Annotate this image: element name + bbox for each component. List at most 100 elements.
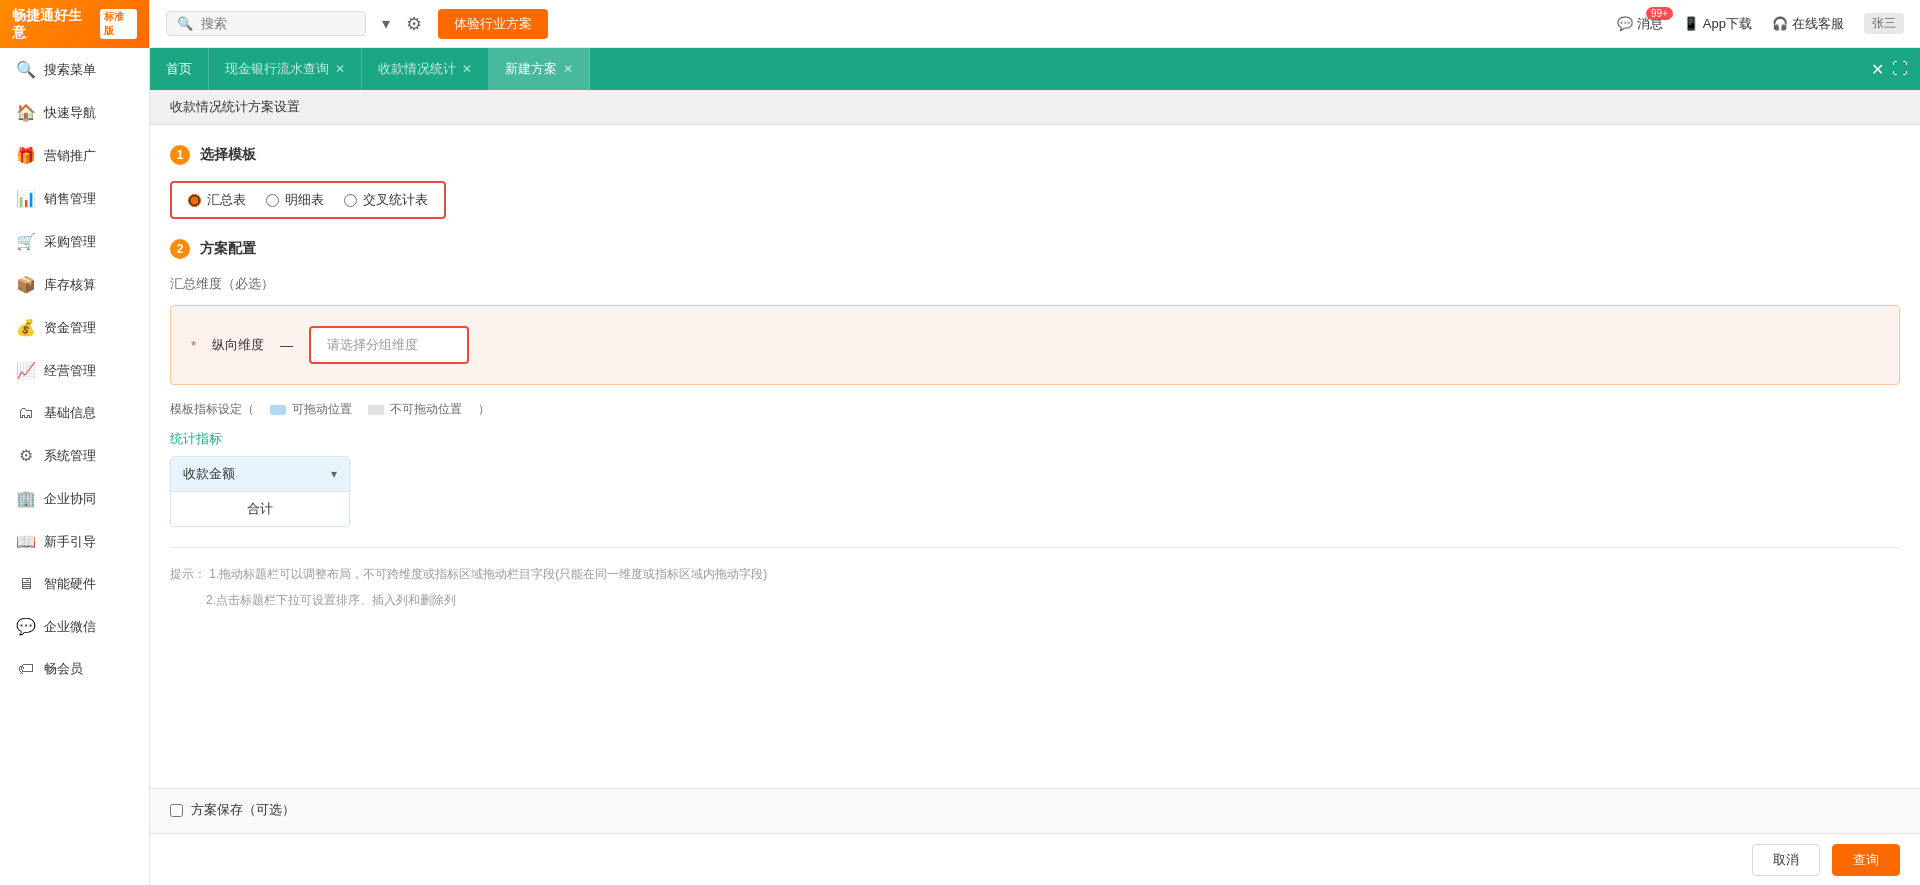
metrics-config: 模板指标设定（ 可拖动位置 不可拖动位置 ） 统计指标 bbox=[170, 401, 1900, 527]
metrics-total-text: 合计 bbox=[247, 501, 273, 516]
metrics-total-row: 合计 bbox=[171, 492, 349, 526]
tip2-text: 2.点击标题栏下拉可设置排序、插入列和删除列 bbox=[206, 593, 456, 607]
sidebar-item-enterprise[interactable]: 🏢 企业协同 bbox=[0, 477, 149, 520]
step2-badge: 2 bbox=[170, 239, 190, 259]
user-avatar[interactable]: 张三 bbox=[1864, 13, 1904, 34]
template-summary-radio[interactable] bbox=[188, 194, 201, 207]
dimension-select[interactable]: 请选择分组维度 bbox=[309, 326, 469, 364]
sidebar-item-marketing[interactable]: 🎁 营销推广 bbox=[0, 134, 149, 177]
marketing-icon: 🎁 bbox=[16, 146, 36, 165]
dimension-arrow: — bbox=[280, 338, 293, 353]
settings-icon[interactable]: ⚙ bbox=[406, 13, 422, 35]
page-body: 1 选择模板 汇总表 明细表 交叉统计表 bbox=[150, 125, 1920, 788]
template-cross-radio[interactable] bbox=[344, 194, 357, 207]
dimension-placeholder: 请选择分组维度 bbox=[327, 337, 418, 352]
sidebar-item-label: 新手引导 bbox=[44, 533, 96, 551]
sidebar-item-inventory[interactable]: 📦 库存核算 bbox=[0, 263, 149, 306]
sidebar-item-label: 搜索菜单 bbox=[44, 61, 96, 79]
sidebar-item-label: 资金管理 bbox=[44, 319, 96, 337]
tab-new-plan[interactable]: 新建方案 ✕ bbox=[489, 48, 590, 90]
online-support-button[interactable]: 🎧 在线客服 bbox=[1772, 15, 1844, 33]
template-summary-option[interactable]: 汇总表 bbox=[188, 191, 246, 209]
sidebar-item-system[interactable]: ⚙ 系统管理 bbox=[0, 434, 149, 477]
template-options: 汇总表 明细表 交叉统计表 bbox=[170, 181, 446, 219]
draggable-legend: 可拖动位置 bbox=[270, 401, 352, 418]
not-draggable-label: 不可拖动位置 bbox=[390, 401, 462, 418]
tab-receipt-stats-label: 收款情况统计 bbox=[378, 60, 456, 78]
tab-receipt-stats[interactable]: 收款情况统计 ✕ bbox=[362, 48, 489, 90]
bottom-action-bar: 取消 查询 bbox=[150, 833, 1920, 885]
save-checkbox[interactable] bbox=[170, 804, 183, 817]
step2-title: 方案配置 bbox=[200, 240, 256, 258]
sidebar-item-search-menu[interactable]: 🔍 搜索菜单 bbox=[0, 48, 149, 91]
inventory-icon: 📦 bbox=[16, 275, 36, 294]
app-download-button[interactable]: 📱 App下载 bbox=[1683, 15, 1752, 33]
metrics-dropdown-icon[interactable]: ▾ bbox=[331, 467, 337, 481]
sidebar-item-label: 快速导航 bbox=[44, 104, 96, 122]
topbar-dropdown-button[interactable]: ▾ bbox=[382, 14, 390, 33]
query-button[interactable]: 查询 bbox=[1832, 844, 1900, 876]
metrics-section-label: 统计指标 bbox=[170, 430, 1900, 448]
industry-plan-button[interactable]: 体验行业方案 bbox=[438, 9, 548, 39]
tab-bank-flow[interactable]: 现金银行流水查询 ✕ bbox=[209, 48, 362, 90]
tab-home-label: 首页 bbox=[166, 60, 192, 78]
sidebar-item-quick-nav[interactable]: 🏠 快速导航 bbox=[0, 91, 149, 134]
smart-hw-icon: 🖥 bbox=[16, 575, 36, 593]
purchase-icon: 🛒 bbox=[16, 232, 36, 251]
notification-button[interactable]: 💬 消息 99+ bbox=[1617, 15, 1663, 33]
not-draggable-legend: 不可拖动位置 bbox=[368, 401, 462, 418]
tab-expand-button[interactable]: ⛶ bbox=[1892, 60, 1908, 78]
step2-header: 2 方案配置 bbox=[170, 239, 1900, 259]
sidebar-item-smart-hw[interactable]: 🖥 智能硬件 bbox=[0, 563, 149, 605]
sidebar-item-purchase[interactable]: 🛒 采购管理 bbox=[0, 220, 149, 263]
finance-icon: 💰 bbox=[16, 318, 36, 337]
metrics-table: 收款金额 ▾ 合计 bbox=[170, 456, 350, 527]
member-icon: 🏷 bbox=[16, 660, 36, 678]
support-icon: 🎧 bbox=[1772, 16, 1788, 31]
template-detail-radio[interactable] bbox=[266, 194, 279, 207]
metrics-config-prefix: 模板指标设定（ bbox=[170, 401, 254, 418]
search-input[interactable] bbox=[201, 16, 341, 31]
template-cross-label: 交叉统计表 bbox=[363, 191, 428, 209]
tab-close-all-button[interactable]: ✕ bbox=[1871, 60, 1884, 79]
tab-home[interactable]: 首页 bbox=[150, 48, 209, 90]
sales-icon: 📊 bbox=[16, 189, 36, 208]
sidebar-item-finance[interactable]: 💰 资金管理 bbox=[0, 306, 149, 349]
sidebar-item-label: 经营管理 bbox=[44, 362, 96, 380]
step1-title: 选择模板 bbox=[200, 146, 256, 164]
step1-badge: 1 bbox=[170, 145, 190, 165]
sidebar-item-member[interactable]: 🏷 畅会员 bbox=[0, 648, 149, 690]
logo-name: 畅捷通好生意 bbox=[12, 7, 92, 41]
tab-bank-flow-close[interactable]: ✕ bbox=[335, 62, 345, 76]
page-breadcrumb: 收款情况统计方案设置 bbox=[150, 90, 1920, 125]
sidebar-item-wechat[interactable]: 💬 企业微信 bbox=[0, 605, 149, 648]
not-draggable-indicator bbox=[368, 405, 384, 415]
topbar-search-box[interactable]: 🔍 bbox=[166, 11, 366, 36]
metrics-header-row[interactable]: 收款金额 ▾ bbox=[171, 457, 349, 492]
sidebar-item-operations[interactable]: 📈 经营管理 bbox=[0, 349, 149, 392]
draggable-label: 可拖动位置 bbox=[292, 401, 352, 418]
search-icon: 🔍 bbox=[177, 16, 193, 31]
sidebar-item-basic-info[interactable]: 🗂 基础信息 bbox=[0, 392, 149, 434]
sidebar-item-newbie[interactable]: 📖 新手引导 bbox=[0, 520, 149, 563]
sidebar-item-sales[interactable]: 📊 销售管理 bbox=[0, 177, 149, 220]
topbar-right: 💬 消息 99+ 📱 App下载 🎧 在线客服 张三 bbox=[1617, 13, 1904, 34]
template-cross-option[interactable]: 交叉统计表 bbox=[344, 191, 428, 209]
vertical-dim-label: 纵向维度 bbox=[212, 336, 264, 354]
quick-nav-icon: 🏠 bbox=[16, 103, 36, 122]
app-download-label: App下载 bbox=[1703, 15, 1752, 33]
template-detail-option[interactable]: 明细表 bbox=[266, 191, 324, 209]
template-summary-label: 汇总表 bbox=[207, 191, 246, 209]
config-section: 汇总维度（必选） * 纵向维度 — 请选择分组维度 bbox=[170, 275, 1900, 611]
enterprise-icon: 🏢 bbox=[16, 489, 36, 508]
tab-receipt-stats-close[interactable]: ✕ bbox=[462, 62, 472, 76]
sidebar-item-label: 库存核算 bbox=[44, 276, 96, 294]
cancel-button[interactable]: 取消 bbox=[1752, 844, 1820, 876]
system-icon: ⚙ bbox=[16, 446, 36, 465]
tab-new-plan-close[interactable]: ✕ bbox=[563, 62, 573, 76]
required-star: * bbox=[191, 338, 196, 353]
step2-section: 2 方案配置 汇总维度（必选） * 纵向维度 — 请选择分组维度 bbox=[170, 239, 1900, 611]
online-support-label: 在线客服 bbox=[1792, 15, 1844, 33]
operations-icon: 📈 bbox=[16, 361, 36, 380]
step1-section: 1 选择模板 汇总表 明细表 交叉统计表 bbox=[170, 145, 1900, 219]
